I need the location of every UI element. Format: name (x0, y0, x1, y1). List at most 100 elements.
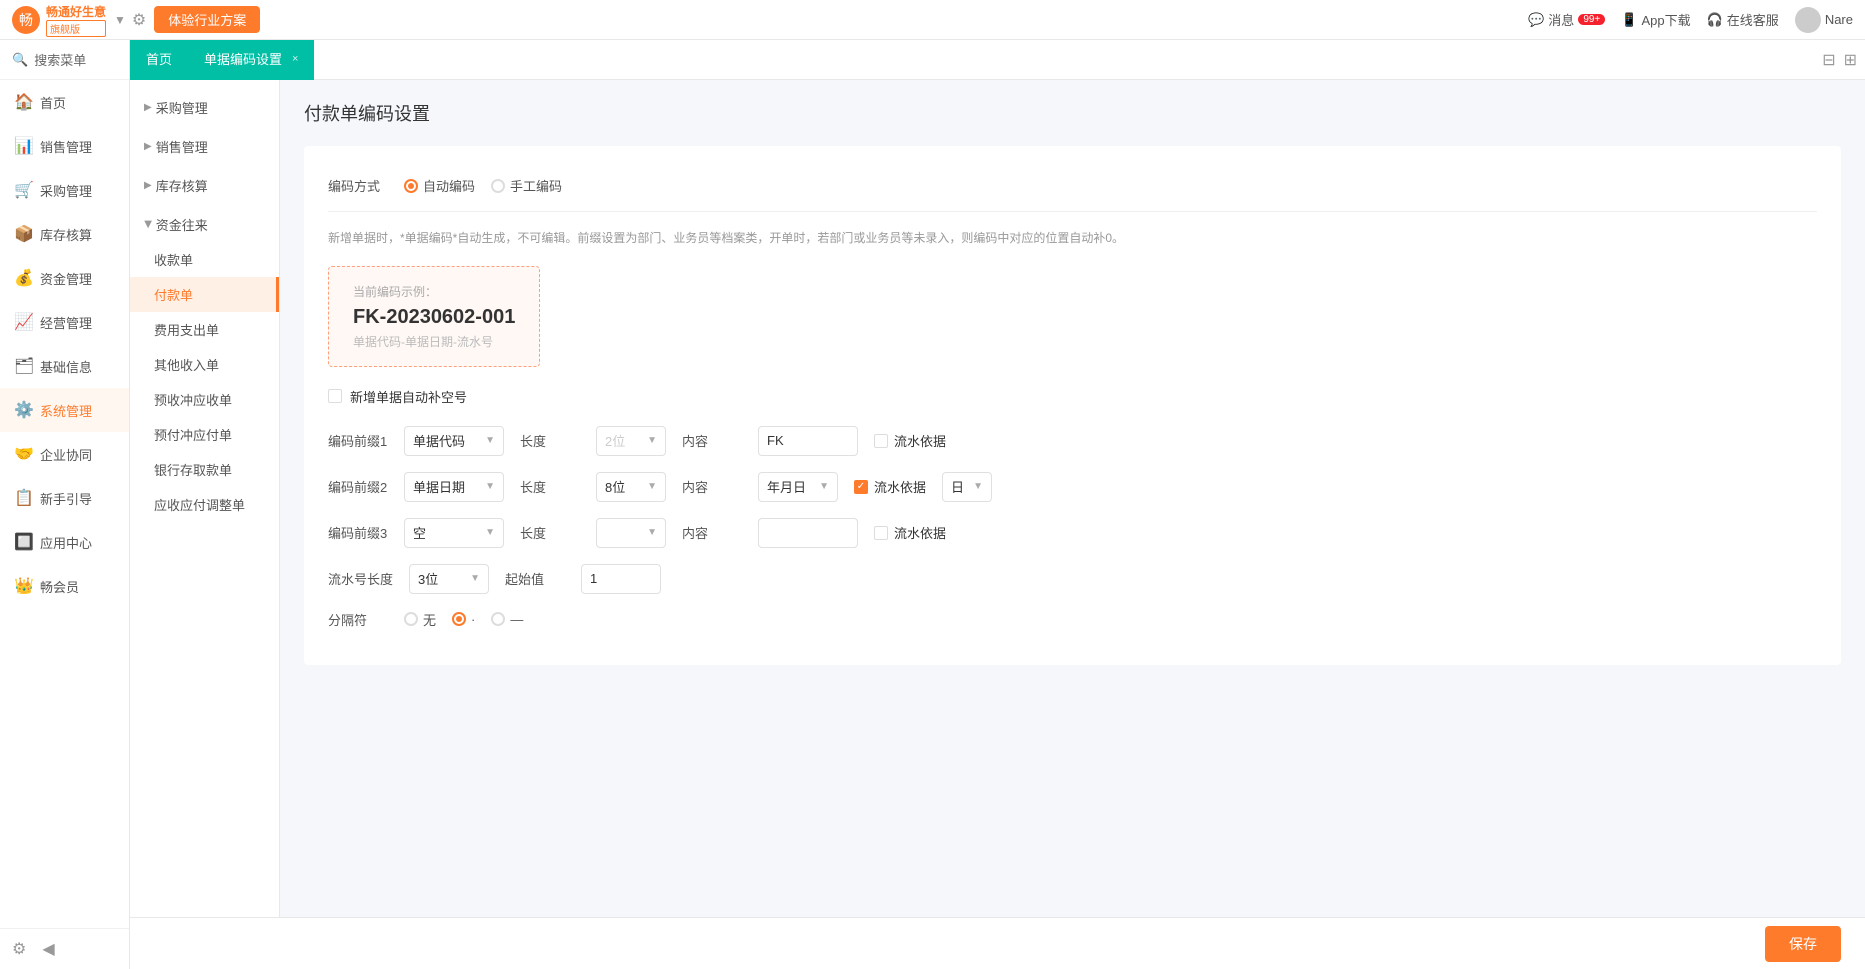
period2-select[interactable]: 日 ▼ (942, 472, 992, 502)
sidebar-item-operations[interactable]: 📈 经营管理 (0, 300, 129, 344)
sidebar-item-home[interactable]: 🏠 首页 (0, 80, 129, 124)
sub-group-sales-header[interactable]: ▶ 销售管理 (130, 129, 279, 164)
content3-input[interactable] (758, 518, 858, 548)
bottom-bar: 保存 (130, 917, 1865, 969)
tab-settings[interactable]: 单据编码设置 × (188, 40, 314, 80)
support-icon: 🎧 (1707, 12, 1723, 28)
sub-item-receipt[interactable]: 收款单 (130, 242, 279, 277)
sidebar-item-apps[interactable]: 🔲 应用中心 (0, 520, 129, 564)
sub-group-inventory: ▶ 库存核算 (130, 168, 279, 203)
chevron-icon: ▼ (819, 481, 829, 492)
sidebar-bottom: ⚙ ◀ (0, 928, 129, 969)
logo: 畅 畅通好生意 旗舰版 (12, 3, 106, 37)
sub-group-finance: ▶ 资金往来 收款单 付款单 费用支出单 其他收入单 预收冲应收单 预付冲应付单… (130, 207, 279, 522)
logo-icon: 畅 (12, 6, 40, 34)
sidebar-item-sales[interactable]: 📊 销售管理 (0, 124, 129, 168)
home-icon: 🏠 (14, 92, 32, 112)
operations-icon: 📈 (14, 312, 32, 332)
sub-item-prepay-pay[interactable]: 预付冲应付单 (130, 417, 279, 452)
serial-length-select[interactable]: 3位 ▼ (409, 564, 489, 594)
prefix2-select[interactable]: 单据日期 ▼ (404, 472, 504, 502)
auto-code-radio[interactable]: 自动编码 (404, 176, 475, 195)
message-btn[interactable]: 💬 消息 99+ (1528, 10, 1605, 29)
sidebar-item-cooperation[interactable]: 🤝 企业协同 (0, 432, 129, 476)
content2-select[interactable]: 年月日 ▼ (758, 472, 838, 502)
sub-item-expense[interactable]: 费用支出单 (130, 312, 279, 347)
separator-dash-dot (491, 612, 505, 626)
start-value-input[interactable] (581, 564, 661, 594)
minimize-icon[interactable]: ⊟ (1822, 50, 1835, 70)
online-support-btn[interactable]: 🎧 在线客服 (1707, 10, 1779, 29)
guide-icon: 📋 (14, 488, 32, 508)
preview-code: FK-20230602-001 (353, 306, 515, 329)
sidebar-item-guide[interactable]: 📋 新手引导 (0, 476, 129, 520)
logo-text: 畅通好生意 旗舰版 (46, 3, 106, 37)
sub-item-bank-deposit[interactable]: 银行存取款单 (130, 452, 279, 487)
auto-fill-checkbox[interactable] (328, 389, 342, 403)
serial3-checkbox[interactable] (874, 526, 888, 540)
sub-group-purchase-header[interactable]: ▶ 采购管理 (130, 90, 279, 125)
search-menu-btn[interactable]: 🔍 搜索菜单 (0, 40, 129, 80)
length3-select[interactable]: ▼ (596, 518, 666, 548)
sub-item-prepay-recv[interactable]: 预收冲应收单 (130, 382, 279, 417)
purchase-icon: 🛒 (14, 180, 32, 200)
prefix-row-2: 编码前缀2 单据日期 ▼ 长度 8位 ▼ 内容 年月日 (328, 472, 1817, 502)
save-button[interactable]: 保存 (1765, 926, 1841, 962)
sidebar-item-basic[interactable]: 🗂 基础信息 (0, 344, 129, 388)
separator-dash-radio[interactable]: — (491, 612, 523, 627)
separator-dot-radio[interactable]: · (452, 612, 475, 627)
prefix3-label: 编码前缀3 (328, 523, 388, 542)
preview-label: 当前编码示例： (353, 283, 515, 300)
code-method-label: 编码方式 (328, 176, 388, 195)
sidebar-item-membership[interactable]: 👑 畅会员 (0, 564, 129, 608)
basic-icon: 🗂 (14, 356, 32, 376)
collapse-icon[interactable]: ◀ (42, 939, 54, 959)
sidebar-item-purchase[interactable]: 🛒 采购管理 (0, 168, 129, 212)
serial1-check: 流水依据 (874, 431, 946, 450)
length3-label: 长度 (520, 523, 580, 542)
code-method-row: 编码方式 自动编码 手工编码 (328, 166, 1817, 212)
app-download-btn[interactable]: 📱 App下载 (1621, 10, 1690, 29)
serial2-checkbox[interactable]: ✓ (854, 480, 868, 494)
serial-length-row: 流水号长度 3位 ▼ 起始值 (328, 564, 1817, 594)
membership-icon: 👑 (14, 576, 32, 596)
app-icon: 📱 (1621, 12, 1637, 28)
settings-bottom-icon[interactable]: ⚙ (12, 939, 26, 959)
search-icon: 🔍 (12, 52, 28, 68)
apps-icon: 🔲 (14, 532, 32, 552)
cooperation-icon: 🤝 (14, 444, 32, 464)
manual-code-radio[interactable]: 手工编码 (491, 176, 562, 195)
tab-right-actions: ⊟ ⊞ (1822, 50, 1865, 70)
prefix1-select[interactable]: 单据代码 ▼ (404, 426, 504, 456)
length1-select[interactable]: 2位 ▼ (596, 426, 666, 456)
sidebar-item-inventory[interactable]: 📦 库存核算 (0, 212, 129, 256)
user-profile[interactable]: Nare (1795, 7, 1853, 33)
separator-none-dot (404, 612, 418, 626)
sidebar-item-finance[interactable]: 💰 资金管理 (0, 256, 129, 300)
content-area: 首页 单据编码设置 × ⊟ ⊞ ▶ 采购管理 (130, 40, 1865, 969)
sub-item-payment[interactable]: 付款单 (130, 277, 279, 312)
separator-none-radio[interactable]: 无 (404, 610, 436, 629)
length2-select[interactable]: 8位 ▼ (596, 472, 666, 502)
prefix1-label: 编码前缀1 (328, 431, 388, 450)
chevron-icon: ▼ (647, 481, 657, 492)
gear-icon[interactable]: ⚙ (132, 10, 146, 30)
sub-group-finance-header[interactable]: ▶ 资金往来 (130, 207, 279, 242)
prefix3-select[interactable]: 空 ▼ (404, 518, 504, 548)
tab-home[interactable]: 首页 (130, 40, 188, 80)
experience-btn[interactable]: 体验行业方案 (154, 6, 260, 33)
system-icon: ⚙️ (14, 400, 32, 420)
content1-input[interactable] (758, 426, 858, 456)
sidebar-item-system[interactable]: ⚙️ 系统管理 (0, 388, 129, 432)
sub-item-ar-ap-adjust[interactable]: 应收应付调整单 (130, 487, 279, 522)
maximize-icon[interactable]: ⊞ (1844, 50, 1857, 70)
auto-code-radio-dot (404, 179, 418, 193)
sub-group-sales: ▶ 销售管理 (130, 129, 279, 164)
sub-item-other-income[interactable]: 其他收入单 (130, 347, 279, 382)
serial1-checkbox[interactable] (874, 434, 888, 448)
dropdown-arrow-icon[interactable]: ▼ (114, 13, 126, 27)
topbar-right: 💬 消息 99+ 📱 App下载 🎧 在线客服 Nare (1528, 7, 1853, 33)
sub-group-inventory-header[interactable]: ▶ 库存核算 (130, 168, 279, 203)
tab-close-icon[interactable]: × (292, 53, 298, 65)
inventory-icon: 📦 (14, 224, 32, 244)
